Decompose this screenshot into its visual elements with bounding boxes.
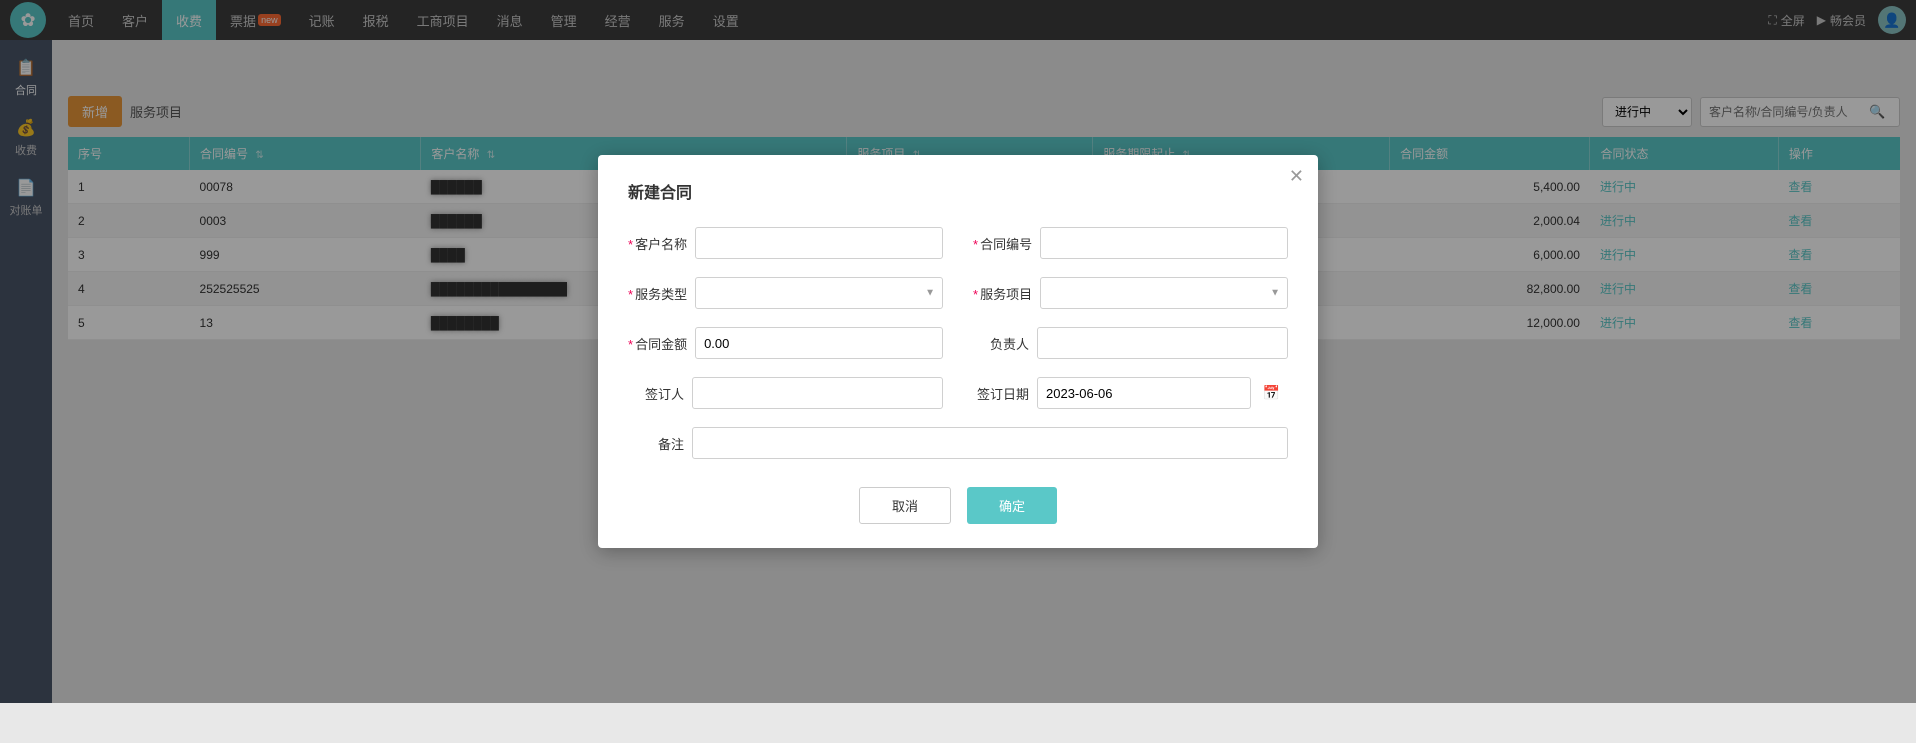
customer-name-field: *客户名称 [628,227,943,259]
service-type-field: *服务类型 ▼ [628,277,943,309]
customer-name-label: *客户名称 [628,234,687,253]
contract-amount-input[interactable] [695,327,943,359]
modal-overlay: ✕ 新建合同 *客户名称 *合同编号 *服务类型 [0,0,1916,703]
form-grid: *客户名称 *合同编号 *服务类型 ▼ [628,227,1288,459]
remarks-field: 备注 [628,427,1288,459]
remarks-input[interactable] [692,427,1288,459]
signer-input[interactable] [692,377,943,409]
responsible-field: 负责人 [973,327,1288,359]
cancel-button[interactable]: 取消 [859,487,951,524]
service-item-select[interactable] [1040,277,1288,309]
new-contract-modal: ✕ 新建合同 *客户名称 *合同编号 *服务类型 [598,155,1318,548]
contract-no-input[interactable] [1040,227,1288,259]
remarks-label: 备注 [628,434,684,453]
signer-field: 签订人 [628,377,943,409]
service-type-select[interactable] [695,277,943,309]
calendar-icon[interactable]: 📅 [1263,385,1280,402]
responsible-label: 负责人 [973,334,1029,353]
modal-close-button[interactable]: ✕ [1289,167,1304,185]
modal-footer: 取消 确定 [628,487,1288,524]
contract-no-field: *合同编号 [973,227,1288,259]
service-type-label: *服务类型 [628,284,687,303]
service-item-label: *服务项目 [973,284,1032,303]
responsible-input[interactable] [1037,327,1288,359]
contract-amount-field: *合同金额 [628,327,943,359]
service-item-field: *服务项目 ▼ [973,277,1288,309]
contract-no-label: *合同编号 [973,234,1032,253]
signer-label: 签订人 [628,384,684,403]
sign-date-field: 签订日期 📅 [973,377,1288,409]
contract-amount-label: *合同金额 [628,334,687,353]
service-item-select-wrap: ▼ [1040,277,1288,309]
service-type-select-wrap: ▼ [695,277,943,309]
sign-date-label: 签订日期 [973,384,1029,403]
customer-name-input[interactable] [695,227,943,259]
modal-title: 新建合同 [628,179,1288,203]
sign-date-wrap: 📅 [1037,377,1288,409]
sign-date-input[interactable] [1037,377,1251,409]
confirm-button[interactable]: 确定 [967,487,1057,524]
